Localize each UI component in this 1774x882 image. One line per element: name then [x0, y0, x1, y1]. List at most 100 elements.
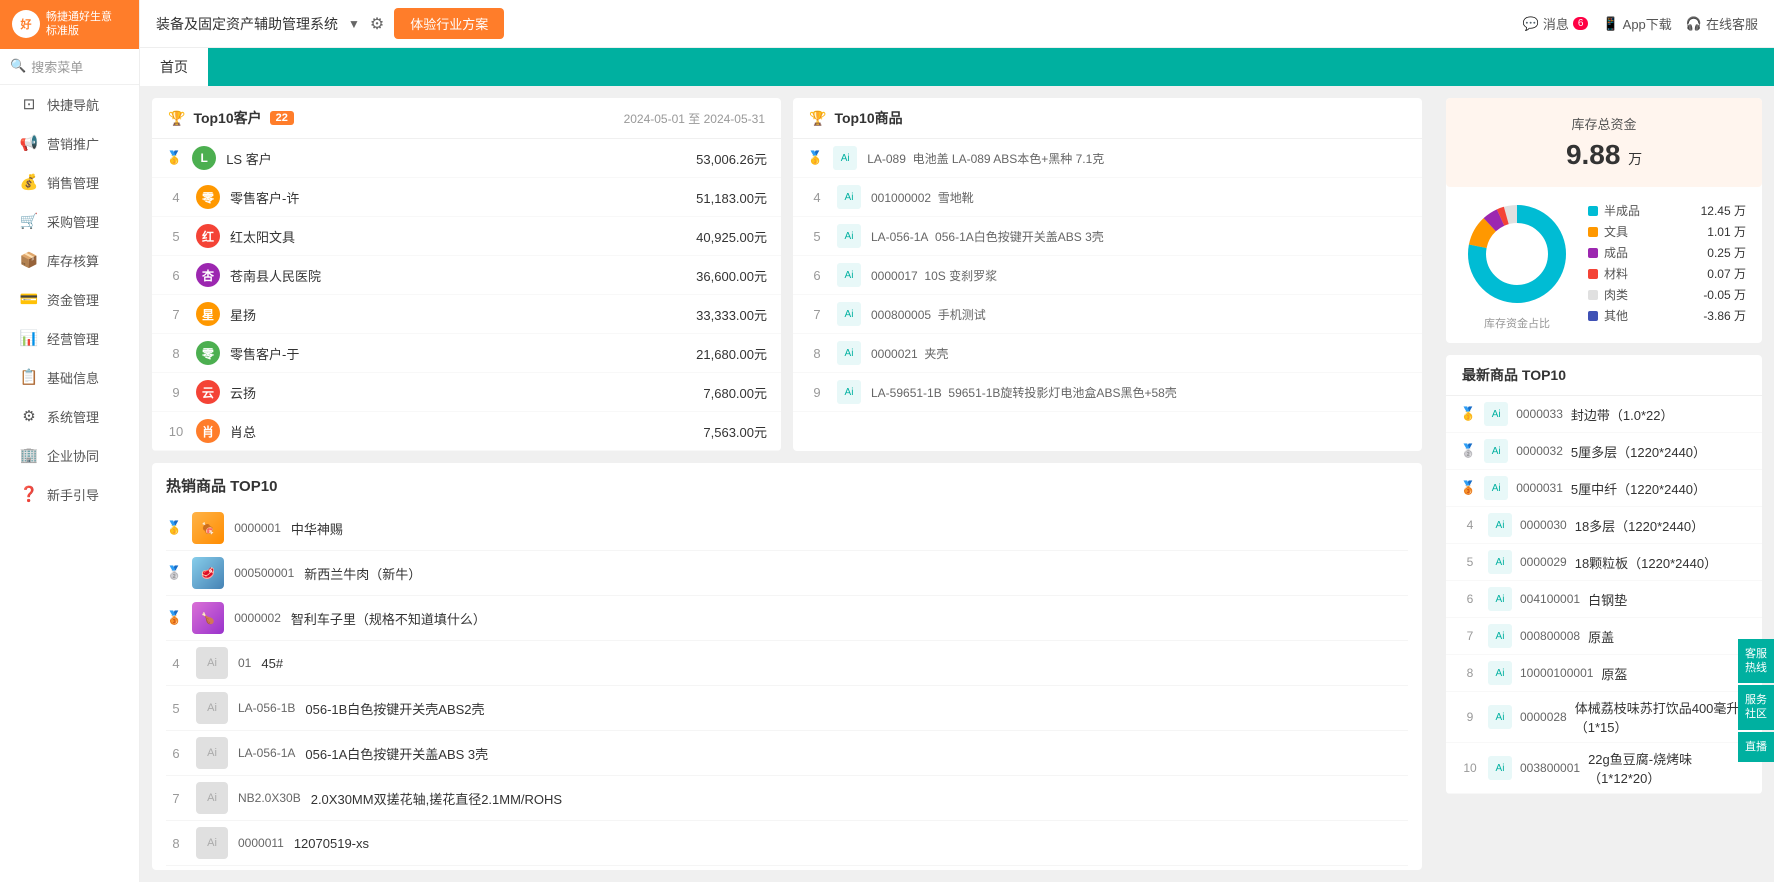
sidebar-item-sales[interactable]: 💰 销售管理 [0, 163, 139, 202]
cust-amount-5: 33,333.00元 [696, 305, 767, 324]
new-prod-rank-9: 9 [1460, 710, 1480, 724]
settings-icon[interactable]: ⚙ [370, 14, 384, 34]
sidebar-nav: ⊡ 快捷导航 📢 营销推广 💰 销售管理 🛒 采购管理 📦 库存核算 💳 资金管… [0, 85, 139, 882]
cust-avatar-3: 红 [196, 224, 220, 248]
sidebar-item-inventory[interactable]: 📦 库存核算 [0, 241, 139, 280]
customers-date-range: 2024-05-01 至 2024-05-31 [624, 110, 765, 127]
new-products-title: 最新商品 TOP10 [1462, 365, 1566, 385]
new-prod-name-4: 18多层（1220*2440） [1575, 516, 1748, 535]
cust-name-5: 星扬 [230, 305, 686, 324]
cust-name-3: 红太阳文具 [230, 227, 686, 246]
topbar: 装备及固定资产辅助管理系统 ▼ ⚙ 体验行业方案 💬 消息 6 📱 App下载 … [140, 0, 1774, 48]
legend-chengpin: 成品 0.25 万 [1588, 244, 1746, 261]
trial-button[interactable]: 体验行业方案 [394, 8, 504, 39]
legend-roulei: 肉类 -0.05 万 [1588, 286, 1746, 303]
new-prod-name-2: 5厘多层（1220*2440） [1571, 442, 1748, 461]
top-panels-row: 🏆 Top10客户 22 2024-05-01 至 2024-05-31 🥇 L… [152, 98, 1422, 451]
new-prod-row-5: 5 Ai 0000029 18颗粒板（1220*2440） [1446, 544, 1762, 581]
hot-img-1: 🍖 [192, 512, 224, 544]
hot-rank-5: 5 [166, 701, 186, 716]
customers-badge: 22 [270, 111, 294, 125]
sidebar-item-basic[interactable]: 📋 基础信息 [0, 358, 139, 397]
new-prod-code-10: 003800001 [1520, 761, 1580, 775]
sidebar-item-corp[interactable]: 🏢 企业协同 [0, 436, 139, 475]
rank-2: 4 [166, 190, 186, 205]
hot-code-8: 0000011 [238, 836, 284, 850]
product-row-5: 7 Ai 000800005 手机测试 [793, 295, 1422, 334]
customers-title: Top10客户 [193, 108, 261, 128]
float-btn-community[interactable]: 服务社区 [1738, 685, 1774, 730]
message-icon: 💬 [1523, 16, 1539, 32]
sidebar-item-system[interactable]: ⚙ 系统管理 [0, 397, 139, 436]
content-main: 🏆 Top10客户 22 2024-05-01 至 2024-05-31 🥇 L… [140, 86, 1434, 882]
hot-code-1: 0000001 [234, 521, 281, 535]
message-group[interactable]: 💬 消息 6 [1523, 14, 1589, 33]
hot-code-6: LA-056-1A [238, 746, 295, 760]
hot-rank-6: 6 [166, 746, 186, 761]
legend-dot-wenju [1588, 227, 1598, 237]
legend-val-5: -3.86 万 [1703, 307, 1746, 324]
float-btn-service[interactable]: 客服热线 [1738, 639, 1774, 684]
prod-avatar-5: Ai [837, 302, 861, 326]
prod-rank-7: 9 [807, 385, 827, 400]
search-menu[interactable]: 🔍 搜索菜单 [0, 49, 139, 85]
cust-name-6: 零售客户-于 [230, 344, 686, 363]
rank-8: 10 [166, 424, 186, 439]
new-prod-avatar-3: Ai [1484, 476, 1508, 500]
logo-text: 畅捷通好生意 标准版 [46, 10, 112, 39]
rank-3: 5 [166, 229, 186, 244]
new-prod-avatar-2: Ai [1484, 439, 1508, 463]
sidebar-item-guide[interactable]: ❓ 新手引导 [0, 475, 139, 514]
hot-img-3: 🍗 [192, 602, 224, 634]
new-prod-code-4: 0000030 [1520, 518, 1567, 532]
sidebar-item-shortcut[interactable]: ⊡ 快捷导航 [0, 85, 139, 124]
customer-row-2: 4 零 零售客户-许 51,183.00元 [152, 178, 781, 217]
operation-icon: 📊 [19, 329, 39, 347]
customer-row-5: 7 星 星扬 33,333.00元 [152, 295, 781, 334]
sidebar-item-marketing[interactable]: 📢 营销推广 [0, 124, 139, 163]
inventory-panel: 库存总资金 9.88 万 [1446, 98, 1762, 343]
service-group[interactable]: 🎧 在线客服 [1686, 14, 1758, 33]
float-btn-live[interactable]: 直播 [1738, 732, 1774, 762]
customer-row-8: 10 肖 肖总 7,563.00元 [152, 412, 781, 451]
product-row-2: 4 Ai 001000002 雪地靴 [793, 178, 1422, 217]
prod-avatar-2: Ai [837, 185, 861, 209]
phone-icon: 📱 [1602, 16, 1618, 32]
inventory-amount: 9.88 [1566, 139, 1621, 170]
new-prod-name-10: 22g鱼豆腐-烧烤味（1*12*20） [1588, 749, 1748, 787]
tab-home[interactable]: 首页 [140, 48, 208, 86]
prod-info-3: LA-056-1A 056-1A白色按键开关盖ABS 3壳 [871, 228, 1408, 245]
product-row-6: 8 Ai 0000021 夹壳 [793, 334, 1422, 373]
new-prod-row-6: 6 Ai 004100001 白钢垫 [1446, 581, 1762, 618]
new-prod-medal-1: 🥇 [1460, 406, 1476, 422]
hot-img-6: Ai [196, 737, 228, 769]
customer-row-7: 9 云 云扬 7,680.00元 [152, 373, 781, 412]
product-row-1: 🥇 Ai LA-089 电池盖 LA-089 ABS本色+黑种 7.1克 [793, 139, 1422, 178]
sidebar-item-purchase[interactable]: 🛒 采购管理 [0, 202, 139, 241]
products-panel-header: 🏆 Top10商品 [793, 98, 1422, 139]
sidebar-item-operation[interactable]: 📊 经营管理 [0, 319, 139, 358]
search-icon: 🔍 [10, 58, 26, 74]
hot-item-6: 6 Ai LA-056-1A 056-1A白色按键开关盖ABS 3壳 [166, 731, 1408, 776]
cust-avatar-5: 星 [196, 302, 220, 326]
legend-val-1: 1.01 万 [1707, 223, 1746, 240]
products-list: 🥇 Ai LA-089 电池盖 LA-089 ABS本色+黑种 7.1克 4 A… [793, 139, 1422, 412]
prod-avatar-1: Ai [833, 146, 857, 170]
sales-icon: 💰 [19, 173, 39, 191]
sidebar: 好 畅捷通好生意 标准版 🔍 搜索菜单 ⊡ 快捷导航 📢 营销推广 💰 销售管理… [0, 0, 140, 882]
new-products-panel: 最新商品 TOP10 🥇 Ai 0000033 封边带（1.0*22） 🥈 Ai… [1446, 355, 1762, 794]
cust-avatar-2: 零 [196, 185, 220, 209]
new-prod-row-4: 4 Ai 0000030 18多层（1220*2440） [1446, 507, 1762, 544]
new-prod-row-9: 9 Ai 0000028 体械荔枝味苏打饮品400毫升（1*15） [1446, 692, 1762, 743]
app-download-group[interactable]: 📱 App下载 [1602, 14, 1671, 33]
legend-name-1: 文具 [1604, 223, 1701, 240]
system-dropdown[interactable]: ▼ [348, 17, 360, 31]
message-badge: 6 [1573, 17, 1589, 30]
cust-amount-1: 53,006.26元 [696, 149, 767, 168]
hot-item-8: 8 Ai 0000011 12070519-xs [166, 821, 1408, 866]
new-prod-name-1: 封边带（1.0*22） [1571, 405, 1748, 424]
hot-rank-4: 4 [166, 656, 186, 671]
new-prod-avatar-10: Ai [1488, 756, 1512, 780]
new-prod-name-3: 5厘中纤（1220*2440） [1571, 479, 1748, 498]
sidebar-item-finance[interactable]: 💳 资金管理 [0, 280, 139, 319]
